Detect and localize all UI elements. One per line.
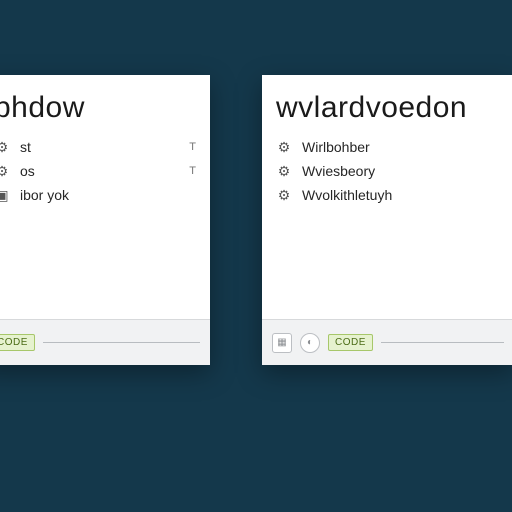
window-left-footer: CODE [0, 319, 210, 365]
gear-icon: ⚙ [276, 139, 292, 155]
window-left-body: bhdow ⚙ st T ⚙ os T ▣ ibor yok [0, 75, 210, 319]
list-item[interactable]: ▣ ibor yok [0, 187, 196, 203]
footer-divider [43, 342, 200, 343]
footer-divider [381, 342, 504, 343]
list-item-label: Wvolkithletuyh [302, 187, 392, 203]
grid-icon[interactable]: ▦ [272, 333, 292, 353]
window-left-title: bhdow [0, 91, 196, 125]
list-item[interactable]: ⚙ Wvolkithletuyh [276, 187, 500, 203]
list-item-label: st [20, 139, 31, 155]
window-right-footer: ▦ ◐ CODE [262, 319, 512, 365]
list-item[interactable]: ⚙ Wirlbohber [276, 139, 500, 155]
folder-icon: ▣ [0, 187, 10, 203]
gear-icon: ⚙ [0, 163, 10, 179]
list-item[interactable]: ⚙ Wviesbeory [276, 163, 500, 179]
window-left: bhdow ⚙ st T ⚙ os T ▣ ibor yok CODE [0, 75, 210, 365]
gear-icon: ⚙ [0, 139, 10, 155]
list-item[interactable]: ⚙ os T [0, 163, 196, 179]
list-item-label: Wirlbohber [302, 139, 370, 155]
list-item-trail: T [189, 165, 196, 177]
status-chip: CODE [0, 334, 35, 351]
list-item[interactable]: ⚙ st T [0, 139, 196, 155]
list-item-label: ibor yok [20, 187, 69, 203]
list-item-label: os [20, 163, 35, 179]
window-right-title: wvlardvoedon [276, 91, 500, 125]
status-chip: CODE [328, 334, 373, 351]
badge-icon[interactable]: ◐ [300, 333, 320, 353]
window-right-body: wvlardvoedon ⚙ Wirlbohber ⚙ Wviesbeory ⚙… [262, 75, 512, 319]
gear-icon: ⚙ [276, 187, 292, 203]
list-item-trail: T [189, 141, 196, 153]
gear-icon: ⚙ [276, 163, 292, 179]
window-right: wvlardvoedon ⚙ Wirlbohber ⚙ Wviesbeory ⚙… [262, 75, 512, 365]
list-item-label: Wviesbeory [302, 163, 375, 179]
